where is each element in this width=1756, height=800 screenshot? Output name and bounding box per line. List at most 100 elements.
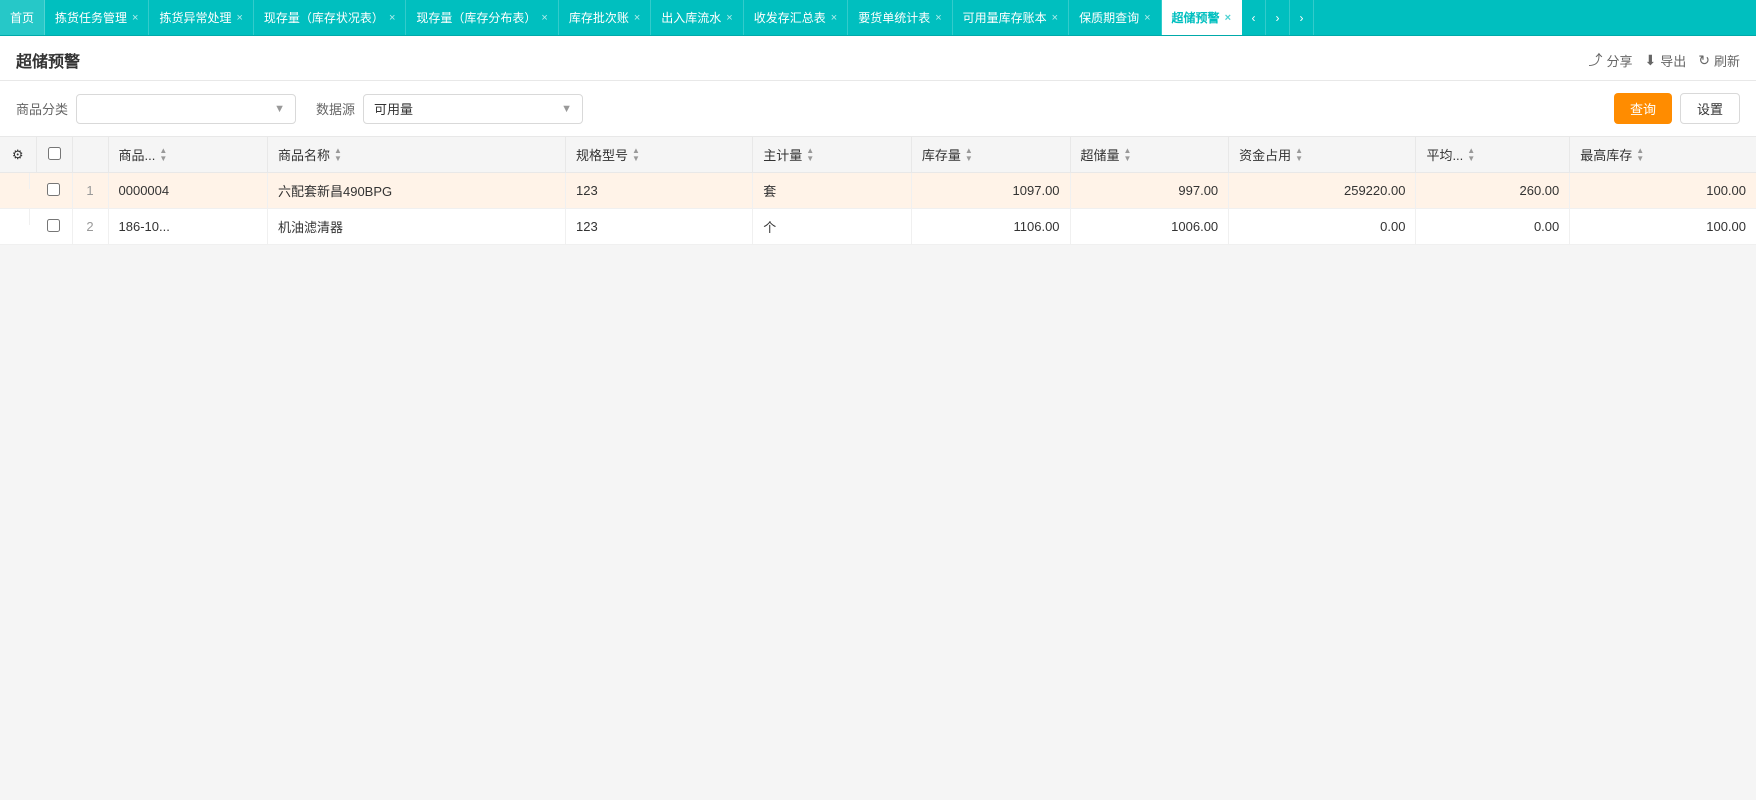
datasource-filter-group: 数据源 可用量 ▼ bbox=[316, 94, 583, 124]
close-icon[interactable]: × bbox=[831, 12, 837, 24]
export-icon: ⬇ bbox=[1645, 52, 1657, 69]
col-avg[interactable]: 平均... ▲▼ bbox=[1416, 137, 1570, 173]
nav-abnormal[interactable]: 拣货异常处理 × bbox=[149, 0, 253, 36]
row-checkbox[interactable] bbox=[47, 183, 60, 196]
row-product-name: 机油滤清器 bbox=[267, 209, 565, 245]
nav-inventory-status[interactable]: 现存量（库存状况表） × bbox=[254, 0, 406, 36]
close-icon[interactable]: × bbox=[541, 12, 547, 24]
row-stock: 1097.00 bbox=[911, 173, 1070, 209]
data-table: ⚙ 商品... ▲▼ 商品名称 bbox=[0, 137, 1756, 245]
close-icon[interactable]: × bbox=[1144, 12, 1150, 24]
row-avg: 260.00 bbox=[1416, 173, 1570, 209]
sort-icon: ▲▼ bbox=[1124, 147, 1132, 163]
close-icon[interactable]: × bbox=[935, 12, 941, 24]
row-product-code: 0000004 bbox=[108, 173, 267, 209]
row-checkbox-cell[interactable] bbox=[36, 173, 72, 209]
row-capital: 0.00 bbox=[1229, 209, 1416, 245]
nav-next-arrow[interactable]: › bbox=[1266, 0, 1290, 36]
row-checkbox-cell[interactable] bbox=[36, 209, 72, 245]
row-product-code: 186-10... bbox=[108, 209, 267, 245]
category-select[interactable]: ▼ bbox=[76, 94, 296, 124]
nav-home[interactable]: 首页 bbox=[0, 0, 45, 36]
close-icon[interactable]: × bbox=[389, 12, 395, 24]
datasource-label: 数据源 bbox=[316, 99, 355, 118]
row-avg: 0.00 bbox=[1416, 209, 1570, 245]
table-header-row: ⚙ 商品... ▲▼ 商品名称 bbox=[0, 137, 1756, 173]
col-spec[interactable]: 规格型号 ▲▼ bbox=[566, 137, 753, 173]
row-checkbox[interactable] bbox=[47, 219, 60, 232]
sort-icon: ▲▼ bbox=[1636, 147, 1644, 163]
sort-icon: ▲▼ bbox=[806, 147, 814, 163]
share-icon: ⤴ bbox=[1588, 50, 1602, 70]
page-container: 超储预警 ⤴ 分享 ⬇ 导出 ↻ 刷新 商品分类 ▼ 数据源 bbox=[0, 36, 1756, 245]
row-max-stock: 100.00 bbox=[1570, 209, 1756, 245]
table-container: ⚙ 商品... ▲▼ 商品名称 bbox=[0, 137, 1756, 245]
col-stock[interactable]: 库存量 ▲▼ bbox=[911, 137, 1070, 173]
nav-batch-account[interactable]: 库存批次账 × bbox=[559, 0, 651, 36]
column-settings-icon[interactable]: ⚙ bbox=[12, 147, 24, 162]
close-icon[interactable]: × bbox=[1225, 12, 1231, 24]
close-icon[interactable]: × bbox=[236, 12, 242, 24]
filter-area: 商品分类 ▼ 数据源 可用量 ▼ 查询 设置 bbox=[0, 81, 1756, 137]
col-product-code[interactable]: 商品... ▲▼ bbox=[108, 137, 267, 173]
nav-inventory-dist[interactable]: 现存量（库存分布表） × bbox=[406, 0, 558, 36]
nav-overstock[interactable]: 超储预警 × bbox=[1162, 0, 1242, 36]
close-icon[interactable]: × bbox=[1052, 12, 1058, 24]
datasource-select-value: 可用量 bbox=[374, 99, 413, 118]
row-unit: 个 bbox=[753, 209, 912, 245]
sort-icon: ▲▼ bbox=[334, 147, 342, 163]
share-button[interactable]: ⤴ 分享 bbox=[1588, 50, 1632, 70]
close-icon[interactable]: × bbox=[132, 12, 138, 24]
row-num: 1 bbox=[72, 173, 108, 209]
nav-prev-arrow[interactable]: ‹ bbox=[1242, 0, 1266, 36]
row-capital: 259220.00 bbox=[1229, 173, 1416, 209]
row-settings-cell bbox=[0, 173, 30, 189]
category-filter-group: 商品分类 ▼ bbox=[16, 94, 296, 124]
row-product-name: 六配套新昌490BPG bbox=[267, 173, 565, 209]
query-button[interactable]: 查询 bbox=[1614, 93, 1672, 124]
header-actions: ⤴ 分享 ⬇ 导出 ↻ 刷新 bbox=[1588, 50, 1740, 70]
row-settings-cell bbox=[0, 209, 30, 225]
col-capital[interactable]: 资金占用 ▲▼ bbox=[1229, 137, 1416, 173]
col-unit[interactable]: 主计量 ▲▼ bbox=[753, 137, 912, 173]
col-max-stock[interactable]: 最高库存 ▲▼ bbox=[1570, 137, 1756, 173]
nav-available-stock[interactable]: 可用量库存账本 × bbox=[953, 0, 1069, 36]
filter-actions: 查询 设置 bbox=[1614, 93, 1740, 124]
datasource-select[interactable]: 可用量 ▼ bbox=[363, 94, 583, 124]
sort-icon: ▲▼ bbox=[1467, 147, 1475, 163]
nav-order-stats[interactable]: 要货单统计表 × bbox=[848, 0, 952, 36]
settings-button[interactable]: 设置 bbox=[1680, 93, 1740, 124]
nav-inout-flow[interactable]: 出入库流水 × bbox=[651, 0, 743, 36]
row-overstock: 1006.00 bbox=[1070, 209, 1229, 245]
chevron-down-icon: ▼ bbox=[274, 103, 285, 115]
close-icon[interactable]: × bbox=[634, 12, 640, 24]
nav-shelf-life[interactable]: 保质期查询 × bbox=[1069, 0, 1161, 36]
row-unit: 套 bbox=[753, 173, 912, 209]
row-spec: 123 bbox=[566, 173, 753, 209]
refresh-button[interactable]: ↻ 刷新 bbox=[1698, 51, 1740, 70]
nav-summary[interactable]: 收发存汇总表 × bbox=[744, 0, 848, 36]
row-num: 2 bbox=[72, 209, 108, 245]
sort-icon: ▲▼ bbox=[159, 147, 167, 163]
select-all-checkbox[interactable] bbox=[48, 147, 61, 160]
nav-task-mgmt[interactable]: 拣货任务管理 × bbox=[45, 0, 149, 36]
nav-more-arrow[interactable]: › bbox=[1290, 0, 1314, 36]
row-max-stock: 100.00 bbox=[1570, 173, 1756, 209]
sort-icon: ▲▼ bbox=[632, 147, 640, 163]
top-nav: 首页 拣货任务管理 × 拣货异常处理 × 现存量（库存状况表） × 现存量（库存… bbox=[0, 0, 1756, 36]
chevron-down-icon: ▼ bbox=[561, 103, 572, 115]
col-checkbox bbox=[36, 137, 72, 173]
col-rownum bbox=[72, 137, 108, 173]
page-header: 超储预警 ⤴ 分享 ⬇ 导出 ↻ 刷新 bbox=[0, 36, 1756, 81]
row-stock: 1106.00 bbox=[911, 209, 1070, 245]
sort-icon: ▲▼ bbox=[1295, 147, 1303, 163]
col-overstock[interactable]: 超储量 ▲▼ bbox=[1070, 137, 1229, 173]
page-title: 超储预警 bbox=[16, 48, 80, 72]
export-button[interactable]: ⬇ 导出 bbox=[1645, 51, 1687, 70]
table-row: 1 0000004 六配套新昌490BPG 123 套 1097.00 997.… bbox=[0, 173, 1756, 209]
refresh-icon: ↻ bbox=[1698, 52, 1710, 69]
col-product-name[interactable]: 商品名称 ▲▼ bbox=[267, 137, 565, 173]
row-overstock: 997.00 bbox=[1070, 173, 1229, 209]
col-settings[interactable]: ⚙ bbox=[0, 137, 36, 173]
close-icon[interactable]: × bbox=[726, 12, 732, 24]
